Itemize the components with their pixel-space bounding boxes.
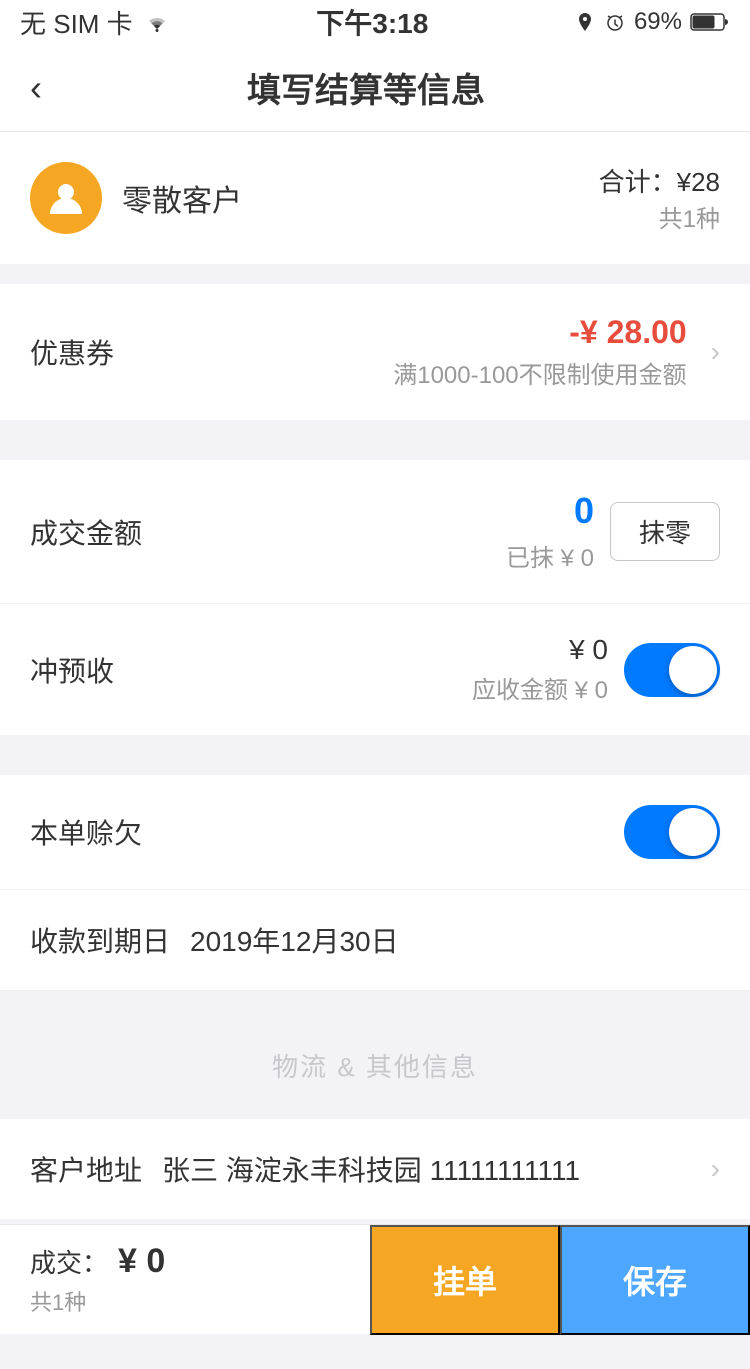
transaction-section: 成交金额 0 已抹 ¥ 0 抹零 冲预收 ¥ 0 应收金额 ¥ 0 [0, 460, 750, 735]
sim-label: 无 SIM 卡 [20, 4, 133, 41]
due-date-row[interactable]: 收款到期日 2019年12月30日 [0, 890, 750, 991]
save-button[interactable]: 保存 [560, 1225, 750, 1335]
transaction-value-group: 0 已抹 ¥ 0 [506, 490, 594, 573]
bottom-summary-label: 成交： [30, 1243, 108, 1280]
battery-percent: 69% [634, 8, 682, 36]
precollect-values: ¥ 0 应收金额 ¥ 0 [472, 634, 608, 705]
section-separator-4 [0, 1099, 750, 1119]
logistics-label: 物流 & 其他信息 [272, 1047, 478, 1084]
total-amount: 合计：¥28 [599, 162, 720, 199]
coupon-desc: 满1000-100不限制使用金额 [393, 355, 686, 390]
page-title: 填写结算等信息 [62, 63, 670, 112]
coupon-right: -¥ 28.00 满1000-100不限制使用金额 › [393, 314, 720, 390]
precollect-toggle[interactable] [624, 643, 720, 697]
bottom-summary-amount: ¥ 0 [118, 1242, 165, 1281]
precollect-row: 冲预收 ¥ 0 应收金额 ¥ 0 [0, 604, 750, 735]
section-separator-3 [0, 1011, 750, 1031]
due-date-value: 2019年12月30日 [190, 920, 399, 960]
coupon-amount: -¥ 28.00 [393, 314, 686, 351]
status-right: 69% [574, 8, 730, 36]
status-bar: 无 SIM 卡 下午3:18 69% [0, 0, 750, 44]
chevron-right-icon: › [711, 336, 720, 368]
section-separator-2 [0, 755, 750, 775]
already-rounded: 已抹 ¥ 0 [506, 538, 594, 573]
back-button[interactable]: ‹ [30, 67, 42, 109]
customer-avatar [30, 162, 102, 234]
status-time: 下午3:18 [316, 2, 428, 42]
debt-label: 本单赊欠 [30, 812, 142, 852]
location-icon [574, 11, 596, 33]
toggle-knob [669, 646, 717, 694]
customer-name: 零散客户 [122, 176, 242, 220]
precollect-label: 冲预收 [30, 650, 114, 690]
wifi-icon [143, 11, 171, 33]
section-separator-1 [0, 440, 750, 460]
bottom-summary-row: 成交： ¥ 0 [30, 1242, 340, 1281]
transaction-label: 成交金额 [30, 512, 142, 552]
customer-info: 零散客户 [30, 162, 242, 234]
total-count: 共1种 [599, 199, 720, 234]
address-section: 客户地址 张三 海淀永丰科技园 11111111111 › [0, 1119, 750, 1219]
coupon-label: 优惠券 [30, 332, 114, 372]
transaction-right: 0 已抹 ¥ 0 抹零 [506, 490, 720, 573]
battery-icon [690, 11, 730, 33]
person-icon [46, 178, 86, 218]
round-button[interactable]: 抹零 [610, 502, 720, 561]
debt-right [624, 805, 720, 859]
pending-button[interactable]: 挂单 [370, 1225, 560, 1335]
address-value: 张三 海淀永丰科技园 11111111111 [162, 1149, 683, 1189]
customer-total: 合计：¥28 共1种 [599, 162, 720, 234]
transaction-value[interactable]: 0 [506, 490, 594, 532]
customer-section: 零散客户 合计：¥28 共1种 [0, 132, 750, 264]
debt-toggle[interactable] [624, 805, 720, 859]
transaction-row: 成交金额 0 已抹 ¥ 0 抹零 [0, 460, 750, 604]
precollect-right: ¥ 0 应收金额 ¥ 0 [472, 634, 720, 705]
nav-bar: ‹ 填写结算等信息 [0, 44, 750, 132]
coupon-info: -¥ 28.00 满1000-100不限制使用金额 [393, 314, 686, 390]
bottom-summary: 成交： ¥ 0 共1种 [0, 1242, 370, 1317]
status-left: 无 SIM 卡 [20, 4, 171, 41]
debt-row: 本单赊欠 [0, 775, 750, 890]
address-chevron-icon: › [711, 1153, 720, 1185]
bottom-bar: 成交： ¥ 0 共1种 挂单 保存 [0, 1224, 750, 1334]
coupon-row[interactable]: 优惠券 -¥ 28.00 满1000-100不限制使用金额 › [0, 284, 750, 420]
bottom-summary-count: 共1种 [30, 1285, 340, 1317]
alarm-icon [604, 11, 626, 33]
address-row[interactable]: 客户地址 张三 海淀永丰科技园 11111111111 › [0, 1119, 750, 1219]
precollect-amount: ¥ 0 [472, 634, 608, 666]
precollect-receivable: 应收金额 ¥ 0 [472, 670, 608, 705]
debt-section: 本单赊欠 收款到期日 2019年12月30日 [0, 775, 750, 991]
logistics-separator: 物流 & 其他信息 [0, 1031, 750, 1099]
debt-toggle-knob [669, 808, 717, 856]
coupon-section: 优惠券 -¥ 28.00 满1000-100不限制使用金额 › [0, 284, 750, 420]
address-label: 客户地址 [30, 1149, 142, 1189]
due-date-label: 收款到期日 [30, 920, 170, 960]
